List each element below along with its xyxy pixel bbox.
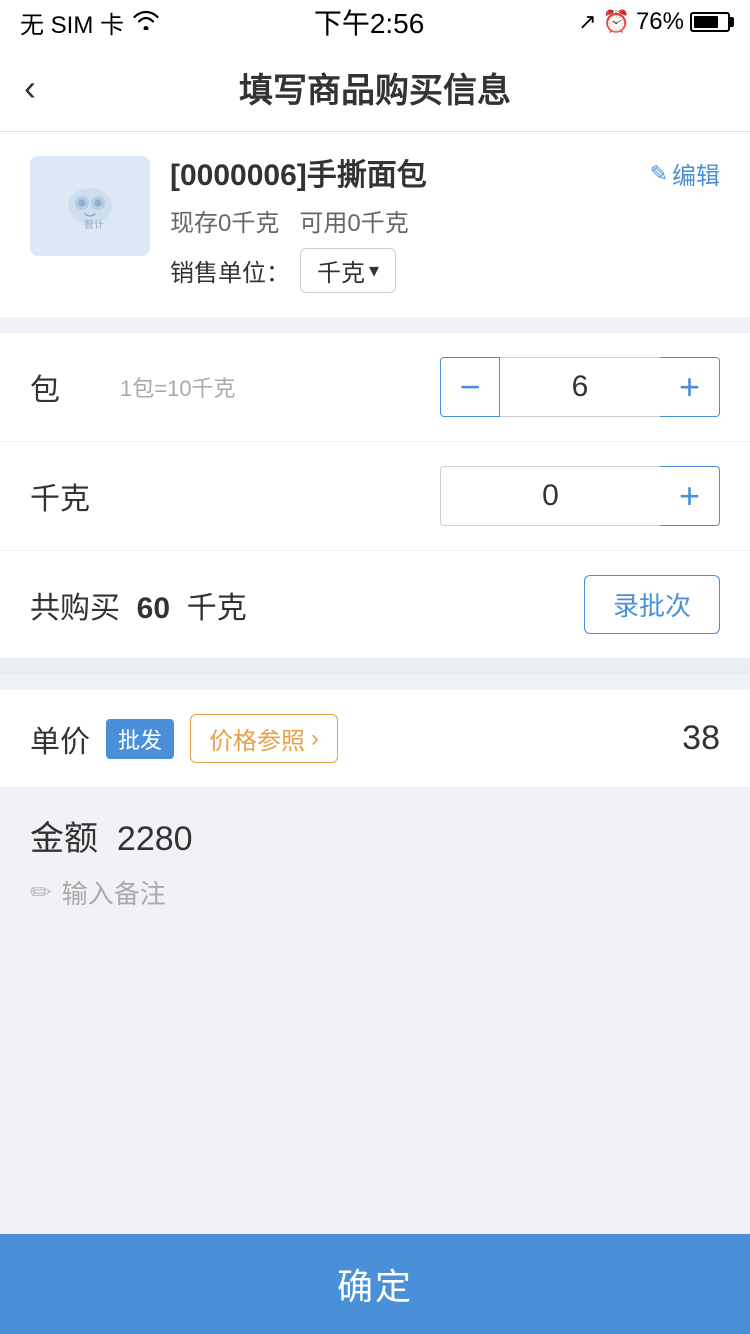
price-value: 38 (682, 719, 720, 758)
price-section: 单价 批发 价格参照 › 38 (0, 690, 750, 787)
product-stock: 现存0千克 可用0千克 (170, 203, 720, 238)
input-section: 包 1包=10千克 − + 千克 + (0, 333, 750, 551)
confirm-button[interactable]: 确定 (0, 1234, 750, 1334)
pencil-icon: ✏ (30, 877, 52, 908)
total-qty: 60 (137, 592, 170, 625)
amount-section: 金额 2280 ✏ 输入备注 (0, 787, 750, 921)
bao-minus-button[interactable]: − (440, 357, 500, 417)
product-info: [0000006]手撕面包 ✎ 编辑 现存0千克 可用0千克 销售单位： 千克 … (170, 156, 720, 293)
status-left: 无 SIM 卡 (20, 5, 160, 40)
product-thumbnail: 智计 (30, 156, 150, 256)
amount-value: 2280 (117, 820, 193, 858)
product-card: 智计 [0000006]手撕面包 ✎ 编辑 现存0千克 可用0千克 销售单位： (0, 132, 750, 317)
kg-label: 千克 (30, 474, 110, 518)
nav-bar: ‹ 填写商品购买信息 (0, 44, 750, 132)
bao-hint: 1包=10千克 (120, 371, 440, 403)
wifi-icon (132, 8, 160, 37)
spacer (0, 921, 750, 1121)
unit-dropdown[interactable]: 千克 ▾ (300, 248, 396, 293)
status-bar: 无 SIM 卡 下午2:56 ↗ ⏰ 76% (0, 0, 750, 44)
alarm-icon: ⏰ (603, 9, 630, 35)
batch-button[interactable]: 录批次 (584, 575, 720, 634)
chevron-right-icon: › (311, 725, 319, 753)
price-type-tag: 批发 (106, 719, 174, 759)
page-title: 填写商品购买信息 (239, 63, 511, 112)
kg-plus-button[interactable]: + (660, 466, 720, 526)
price-ref-label: 价格参照 (209, 721, 305, 756)
product-unit: 销售单位： 千克 ▾ (170, 248, 720, 293)
divider-1 (0, 658, 750, 674)
bao-row: 包 1包=10千克 − + (0, 333, 750, 442)
bao-input[interactable] (500, 357, 660, 417)
kg-stepper: + (440, 466, 720, 526)
price-ref-button[interactable]: 价格参照 › (190, 714, 338, 763)
location-icon: ↗ (578, 9, 596, 35)
bao-plus-button[interactable]: + (660, 357, 720, 417)
note-placeholder: 输入备注 (62, 874, 166, 911)
amount-row: 金额 2280 (30, 811, 720, 860)
main-content: 智计 [0000006]手撕面包 ✎ 编辑 现存0千克 可用0千克 销售单位： (0, 132, 750, 1234)
kg-input[interactable] (440, 466, 660, 526)
total-row: 共购买 60 千克 录批次 (0, 551, 750, 658)
battery-icon (690, 12, 730, 32)
back-button[interactable]: ‹ (24, 67, 36, 109)
status-right: ↗ ⏰ 76% (578, 8, 730, 36)
total-text: 共购买 60 千克 (30, 583, 247, 627)
chevron-down-icon: ▾ (369, 258, 379, 283)
bao-stepper: − + (440, 357, 720, 417)
battery-text: 76% (636, 8, 684, 36)
price-label: 单价 (30, 717, 90, 761)
kg-row: 千克 + (0, 442, 750, 551)
carrier-text: 无 SIM 卡 (20, 5, 124, 40)
note-row[interactable]: ✏ 输入备注 (30, 874, 720, 911)
svg-text:智计: 智计 (84, 218, 104, 231)
product-name: [0000006]手撕面包 (170, 156, 427, 195)
bao-label: 包 (30, 365, 110, 409)
edit-button[interactable]: ✎ 编辑 (650, 156, 720, 191)
product-header: [0000006]手撕面包 ✎ 编辑 (170, 156, 720, 195)
status-time: 下午2:56 (314, 2, 425, 42)
